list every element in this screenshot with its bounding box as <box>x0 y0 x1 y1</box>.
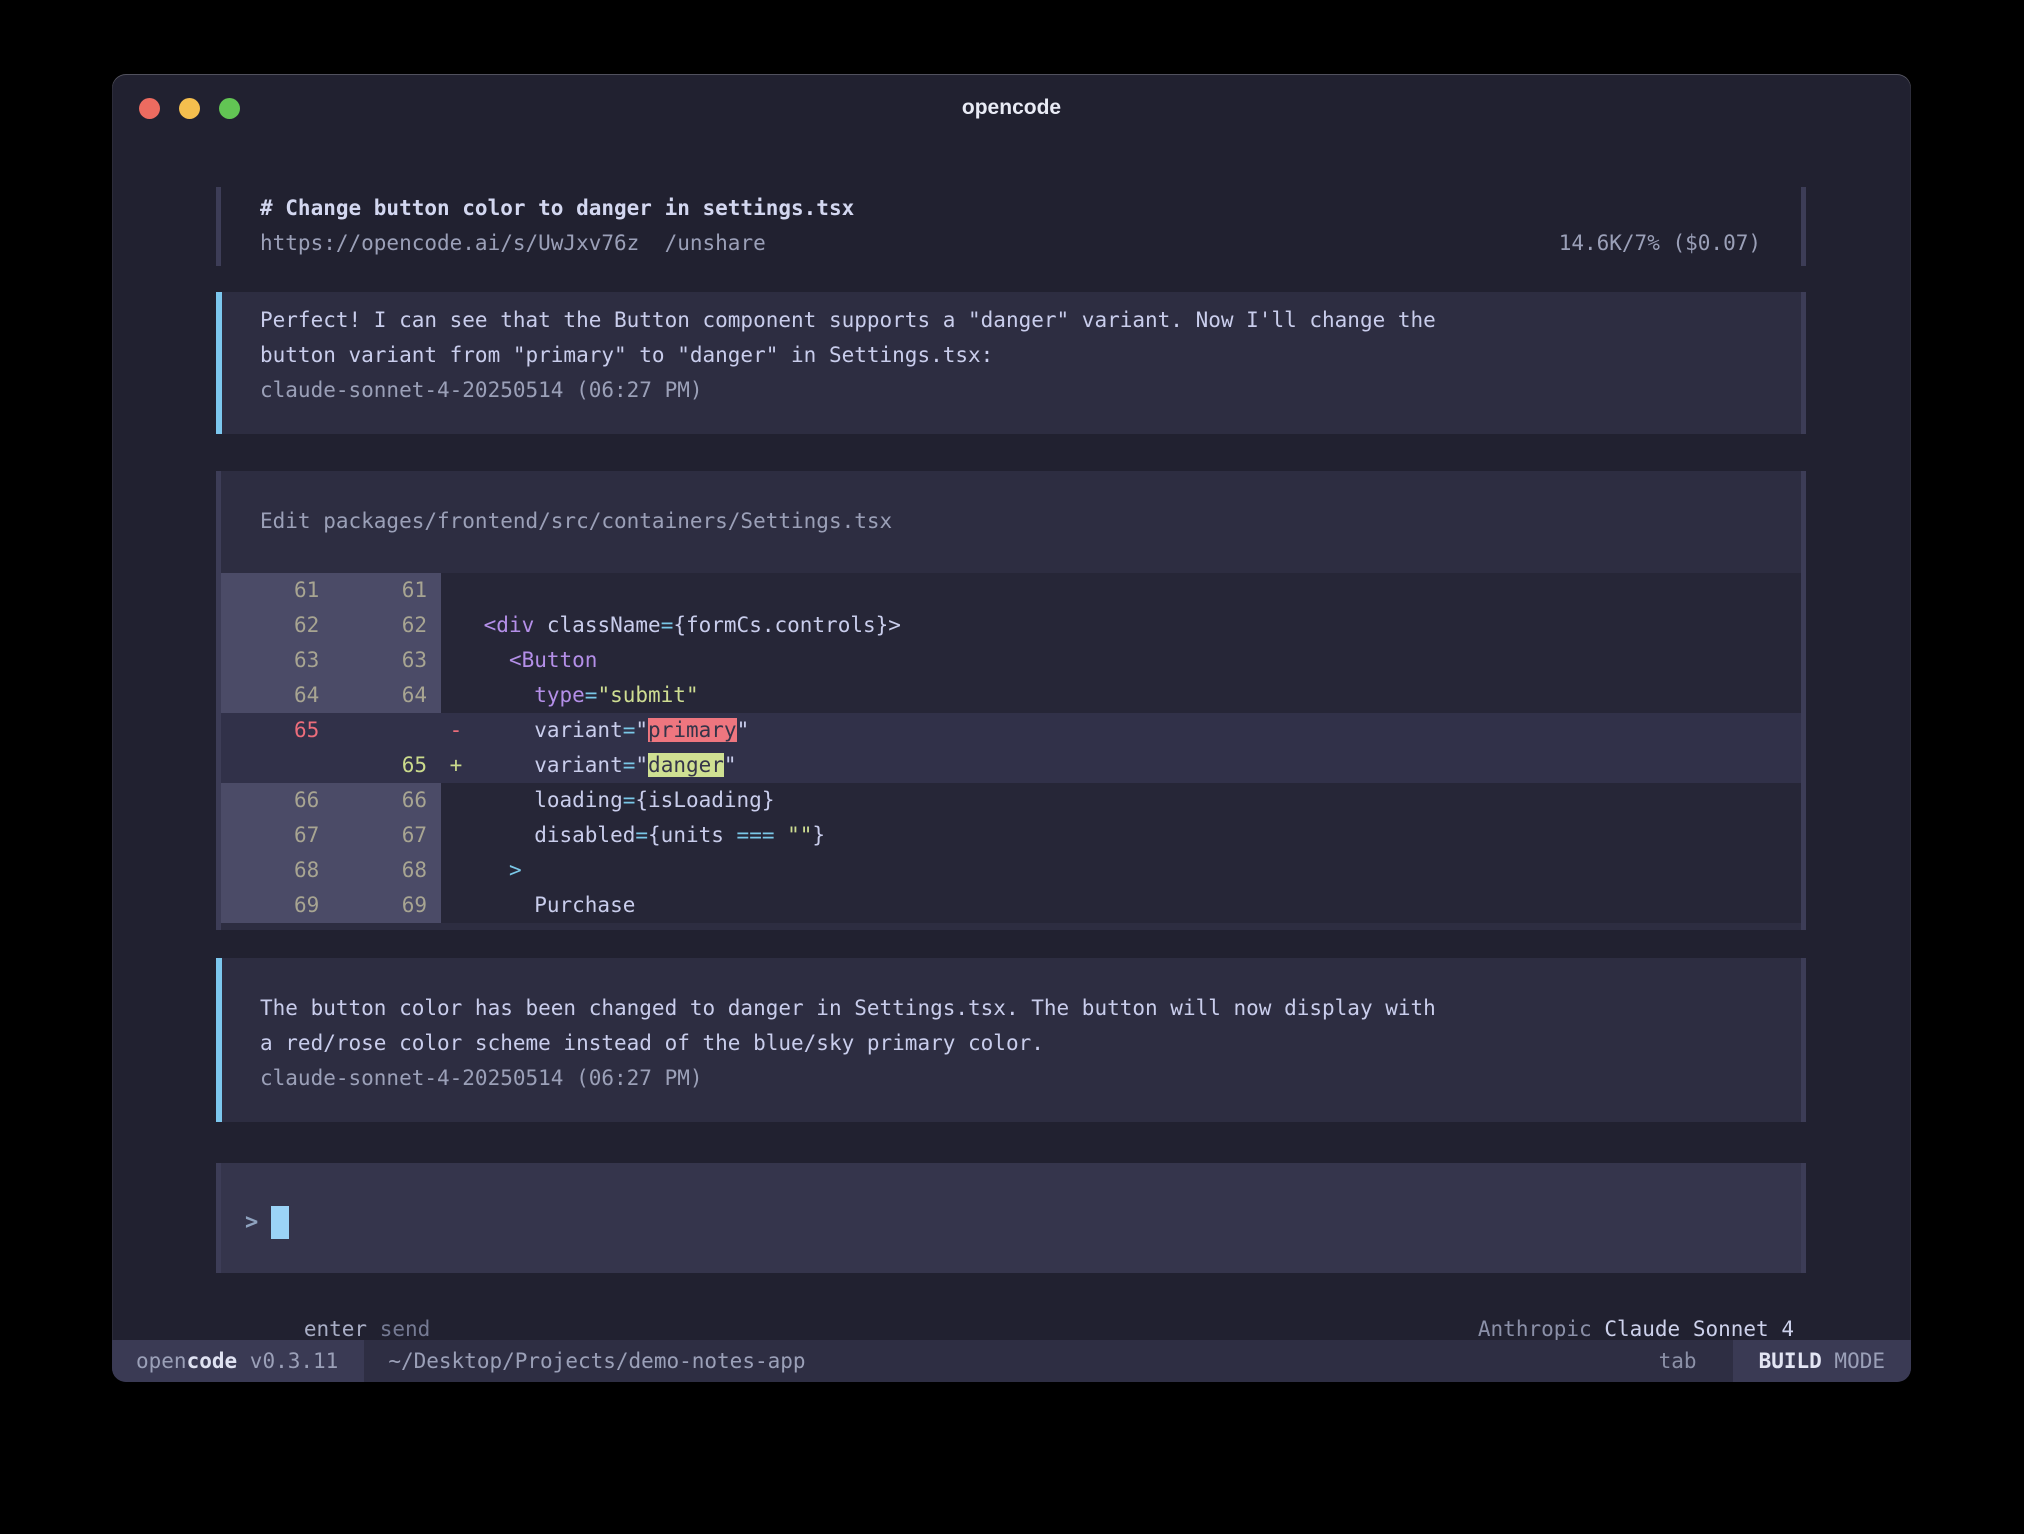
send-action-label: send <box>380 1317 431 1341</box>
terminal-window: opencode # Change button color to danger… <box>112 74 1911 1382</box>
prompt-input[interactable]: > <box>216 1163 1806 1273</box>
token-usage: 14.6K/7% ($0.07) <box>1559 226 1761 261</box>
diff-rows: 61616262 <div className={formCs.controls… <box>221 573 1801 923</box>
mode-suffix: MODE <box>1822 1344 1885 1379</box>
working-directory: ~/Desktop/Projects/demo-notes-app <box>388 1344 805 1379</box>
window-title: opencode <box>112 96 1911 120</box>
diff-row: 65+ variant="danger" <box>221 748 1801 783</box>
message-line: Perfect! I can see that the Button compo… <box>260 303 1801 338</box>
assistant-message: The button color has been changed to dan… <box>216 958 1806 1122</box>
session-title: # Change button color to danger in setti… <box>260 191 1761 226</box>
share-url: https://opencode.ai/s/UwJxv76z <box>260 226 639 261</box>
diff-file-header: Edit packages/frontend/src/containers/Se… <box>221 471 1801 539</box>
build-mode-chip: BUILD MODE <box>1733 1340 1911 1382</box>
message-line: button variant from "primary" to "danger… <box>260 338 1801 373</box>
unshare-command: /unshare <box>665 226 766 261</box>
app-version: v0.3.11 <box>237 1344 338 1379</box>
mode-name: BUILD <box>1759 1344 1822 1379</box>
prompt-symbol: > <box>245 1210 258 1235</box>
footer-hints: enter send Anthropic Claude Sonnet 4 <box>216 1277 1806 1312</box>
diff-row: 6161 <box>221 573 1801 608</box>
diff-row: 6262 <div className={formCs.controls}> <box>221 608 1801 643</box>
tab-key-hint[interactable]: tab <box>1659 1344 1697 1379</box>
diff-row: 6464 type="submit" <box>221 678 1801 713</box>
app-name-code: code <box>187 1344 238 1379</box>
enter-key-hint: enter <box>304 1317 367 1341</box>
app-version-chip: opencode v0.3.11 <box>112 1340 364 1382</box>
diff-row: 6363 <Button <box>221 643 1801 678</box>
diff-row: 6868 > <box>221 853 1801 888</box>
file-diff-block: Edit packages/frontend/src/containers/Se… <box>216 471 1806 930</box>
model-timestamp: claude-sonnet-4-20250514 (06:27 PM) <box>260 1061 1801 1096</box>
status-bar: opencode v0.3.11 ~/Desktop/Projects/demo… <box>112 1340 1911 1382</box>
assistant-message: Perfect! I can see that the Button compo… <box>216 292 1806 434</box>
message-line: The button color has been changed to dan… <box>260 991 1801 1026</box>
session-header: # Change button color to danger in setti… <box>216 187 1806 266</box>
window-titlebar: opencode <box>112 74 1911 138</box>
model-timestamp: claude-sonnet-4-20250514 (06:27 PM) <box>260 373 1801 408</box>
diff-row: 65- variant="primary" <box>221 713 1801 748</box>
diff-row: 6969 Purchase <box>221 888 1801 923</box>
provider-label: Anthropic <box>1478 1317 1592 1341</box>
app-name-open: open <box>136 1344 187 1379</box>
message-line: a red/rose color scheme instead of the b… <box>260 1026 1801 1061</box>
diff-row: 6666 loading={isLoading} <box>221 783 1801 818</box>
text-cursor <box>271 1206 289 1239</box>
diff-row: 6767 disabled={units === ""} <box>221 818 1801 853</box>
model-label: Claude Sonnet 4 <box>1604 1317 1794 1341</box>
